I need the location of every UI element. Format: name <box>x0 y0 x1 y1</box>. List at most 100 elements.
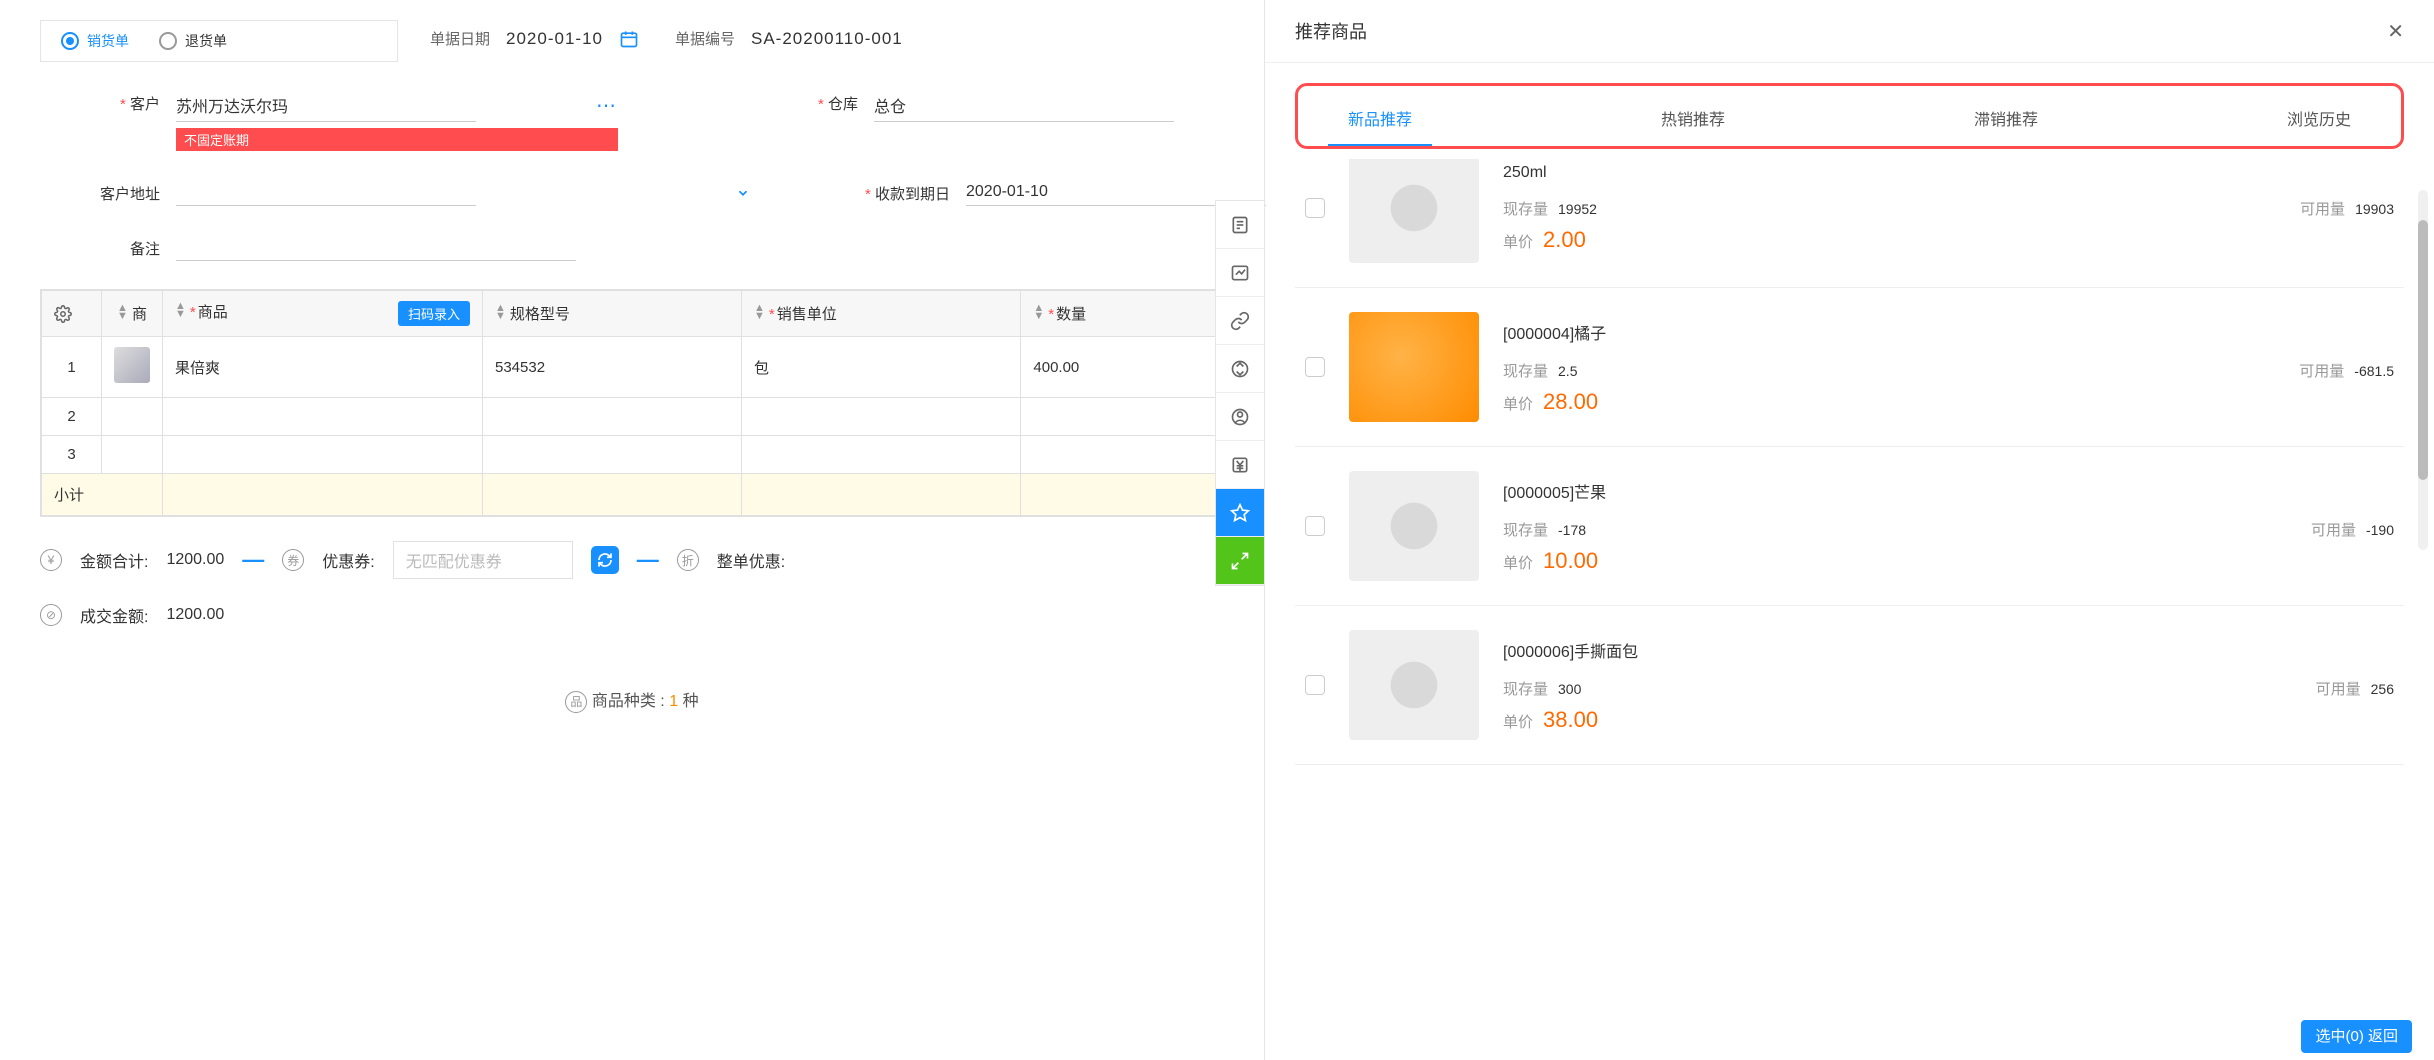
due-date-label: 收款到期日 <box>830 179 950 204</box>
row-index: 2 <box>42 398 102 436</box>
link-icon[interactable] <box>1216 297 1264 345</box>
item-name: 250ml <box>1503 164 2394 182</box>
stock-value: 19952 <box>1558 201 1597 217</box>
item-image <box>1349 630 1479 740</box>
discount-icon: 折 <box>677 549 699 571</box>
item-checkbox[interactable] <box>1305 357 1325 377</box>
doc-date-label: 单据日期 <box>430 28 490 49</box>
deal-value: 1200.00 <box>166 606 224 624</box>
table-row[interactable]: 1 果倍爽 534532 包 400.00 <box>42 337 1223 398</box>
user-icon[interactable] <box>1216 393 1264 441</box>
chart-icon[interactable] <box>1216 249 1264 297</box>
sales-order-radio[interactable]: 销货单 <box>61 31 129 51</box>
radio-icon <box>61 32 79 50</box>
amount-label: 金额合计: <box>80 548 148 572</box>
deal-label: 成交金额: <box>80 603 148 627</box>
dash-icon: — <box>637 547 659 573</box>
subtotal-row: 小计 <box>42 474 1223 516</box>
customer-input[interactable]: 苏州万达沃尔玛 <box>176 89 476 122</box>
sales-radio-label: 销货单 <box>87 31 129 51</box>
refresh-button[interactable] <box>591 546 619 574</box>
table-row[interactable]: 3 <box>42 436 1223 474</box>
calendar-icon[interactable] <box>619 29 639 49</box>
table-row[interactable]: 2 <box>42 398 1223 436</box>
doc-date-value[interactable]: 2020-01-10 <box>506 29 603 49</box>
kind-count: 1 <box>669 693 678 710</box>
item-checkbox[interactable] <box>1305 198 1325 218</box>
remark-input[interactable] <box>176 234 576 261</box>
deal-row: ⊘ 成交金额: 1200.00 <box>40 603 1224 627</box>
expand-icon[interactable] <box>1216 537 1264 585</box>
gear-header[interactable] <box>42 291 102 337</box>
warehouse-label: 仓库 <box>738 89 858 114</box>
list-item[interactable]: 250ml 现存量19952 可用量19903 单价2.00 <box>1295 159 2404 288</box>
doc-no-label: 单据编号 <box>675 28 735 49</box>
items-table: ▲▼商 ▲▼*商品扫码录入 ▲▼规格型号 ▲▼*销售单位 ▲▼*数量 1 果倍爽… <box>40 289 1224 517</box>
tab-new[interactable]: 新品推荐 <box>1328 92 1432 146</box>
col-product[interactable]: ▲▼*商品扫码录入 <box>163 291 483 337</box>
item-image <box>1349 471 1479 581</box>
price-value: 2.00 <box>1543 227 1586 252</box>
return-order-radio[interactable]: 退货单 <box>159 31 227 51</box>
kind-label: 商品种类 : <box>592 693 665 710</box>
ellipsis-icon[interactable]: ⋯ <box>596 93 618 118</box>
dash-icon: — <box>242 547 264 573</box>
item-checkbox[interactable] <box>1305 675 1325 695</box>
tab-slow[interactable]: 滞销推荐 <box>1954 92 2058 146</box>
row-index: 3 <box>42 436 102 474</box>
kind-suffix: 种 <box>683 693 699 710</box>
row-unit[interactable]: 包 <box>742 337 1021 398</box>
col-qty[interactable]: ▲▼*数量 <box>1021 291 1223 337</box>
scan-badge[interactable]: 扫码录入 <box>398 301 470 326</box>
avail-label: 可用量 <box>2300 201 2345 218</box>
row-product[interactable]: 果倍爽 <box>163 337 483 398</box>
yen-icon: ¥ <box>40 549 62 571</box>
item-checkbox[interactable] <box>1305 516 1325 536</box>
tab-hot[interactable]: 热销推荐 <box>1641 92 1745 146</box>
coupon-input[interactable]: 无匹配优惠券 <box>393 541 573 579</box>
remark-label: 备注 <box>40 234 160 259</box>
subtotal-label: 小计 <box>42 474 163 516</box>
return-radio-label: 退货单 <box>185 31 227 51</box>
row-spec[interactable]: 534532 <box>483 337 742 398</box>
star-icon[interactable] <box>1216 489 1264 537</box>
coupon-label: 优惠券: <box>322 548 374 572</box>
yen-circle-icon[interactable] <box>1216 441 1264 489</box>
swap-icon[interactable] <box>1216 345 1264 393</box>
recommend-list[interactable]: 250ml 现存量19952 可用量19903 单价2.00 [0000004]… <box>1265 159 2434 1060</box>
customer-addr-input[interactable] <box>176 179 476 206</box>
list-item[interactable]: [0000006]手撕面包 现存量300 可用量256 单价38.00 <box>1295 606 2404 765</box>
kind-icon: 品 <box>565 691 587 713</box>
price-label: 单价 <box>1503 234 1533 251</box>
chevron-down-icon[interactable] <box>736 186 750 200</box>
stock-label: 现存量 <box>1503 201 1548 218</box>
amount-value: 1200.00 <box>166 551 224 569</box>
recommend-tabs: 新品推荐 热销推荐 滞销推荐 浏览历史 <box>1295 83 2404 149</box>
warehouse-input[interactable]: 总仓 <box>874 89 1174 122</box>
item-image <box>1349 159 1479 263</box>
row-qty[interactable]: 400.00 <box>1021 337 1223 398</box>
tab-history[interactable]: 浏览历史 <box>2267 92 2371 146</box>
item-name: [0000006]手撕面包 <box>1503 638 2394 662</box>
item-name: [0000005]芒果 <box>1503 479 2394 503</box>
row-index: 1 <box>42 337 102 398</box>
panel-header: 推荐商品 ✕ <box>1265 0 2434 63</box>
panel-title: 推荐商品 <box>1295 18 1367 44</box>
item-name: [0000004]橘子 <box>1503 320 2394 344</box>
row-thumb <box>102 337 163 398</box>
col-unit[interactable]: ▲▼*销售单位 <box>742 291 1021 337</box>
customer-tag: 不固定账期 <box>176 128 618 151</box>
totals-row: ¥ 金额合计: 1200.00 — 券 优惠券: 无匹配优惠券 — 折 整单优惠… <box>40 541 1224 579</box>
side-toolbar <box>1215 200 1264 586</box>
list-item[interactable]: [0000005]芒果 现存量-178 可用量-190 单价10.00 <box>1295 447 2404 606</box>
col-spec[interactable]: ▲▼规格型号 <box>483 291 742 337</box>
item-image <box>1349 312 1479 422</box>
list-item[interactable]: [0000004]橘子 现存量2.5 可用量-681.5 单价28.00 <box>1295 288 2404 447</box>
scrollbar[interactable] <box>2418 190 2428 550</box>
footer-info: 品 商品种类 : 1 种 <box>40 687 1224 713</box>
close-icon[interactable]: ✕ <box>2387 19 2404 44</box>
note-icon[interactable] <box>1216 201 1264 249</box>
col-thumb[interactable]: ▲▼商 <box>102 291 163 337</box>
doc-no-value: SA-20200110-001 <box>751 29 903 49</box>
select-return-button[interactable]: 选中(0) 返回 <box>2301 1020 2412 1053</box>
